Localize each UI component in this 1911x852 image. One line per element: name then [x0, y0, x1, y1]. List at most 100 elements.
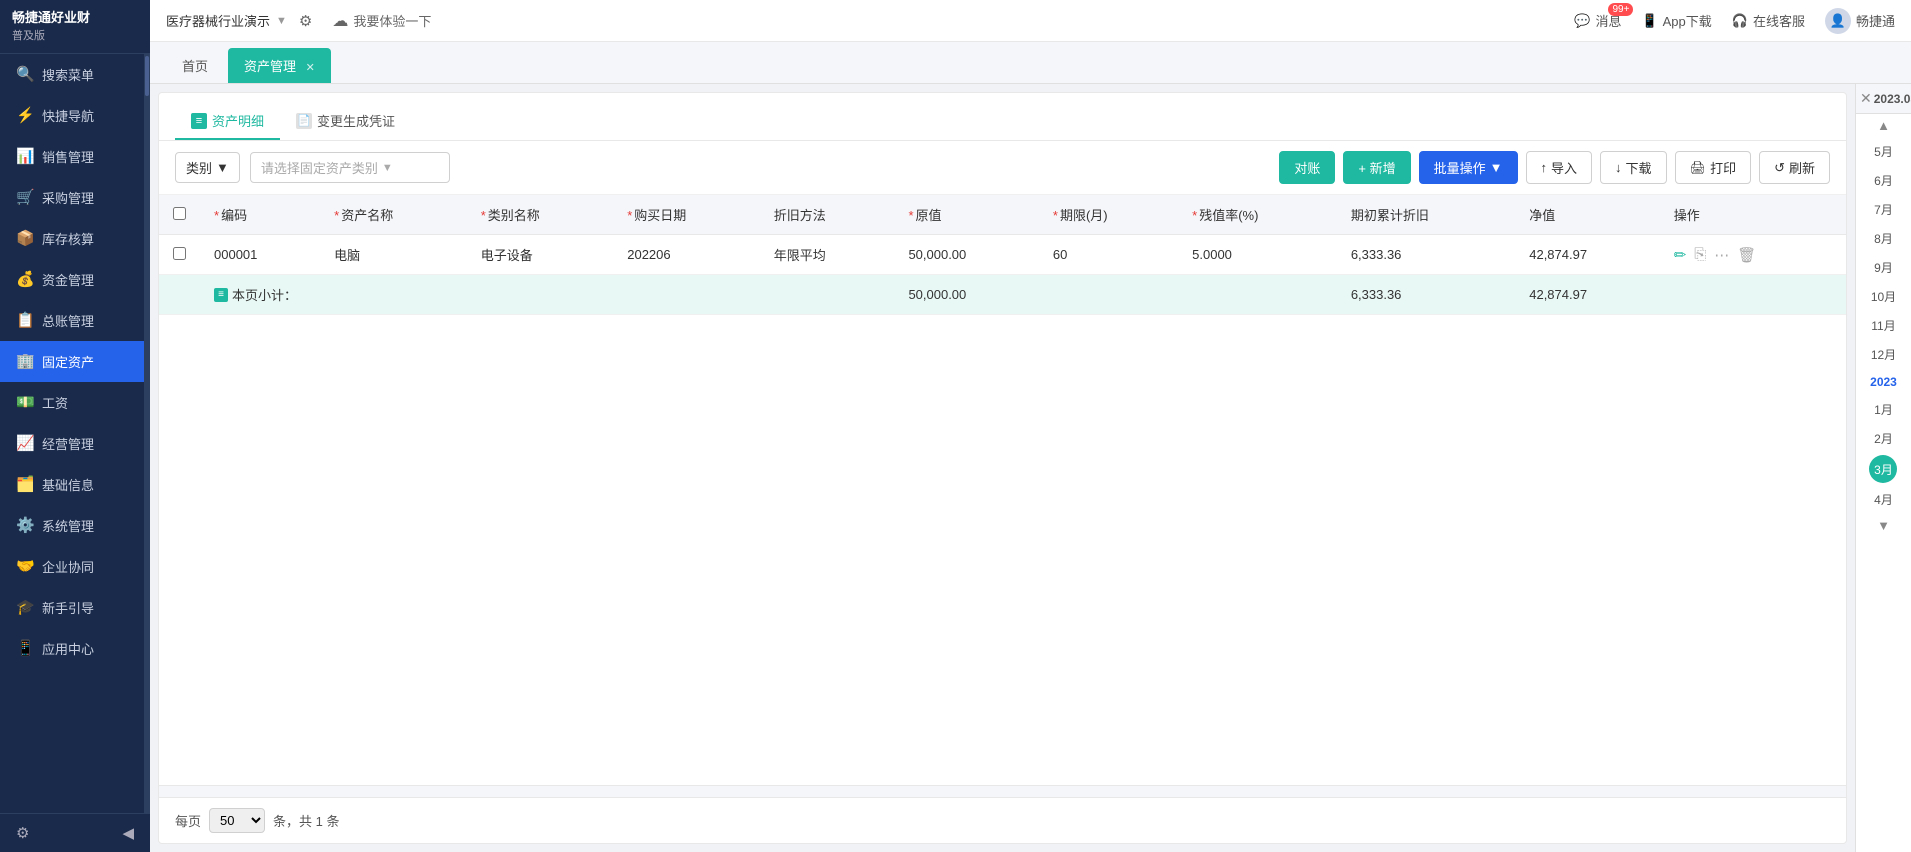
subtotal-check	[159, 275, 200, 315]
table-footer: 每页 10 20 50 100 条，共 1 条	[159, 797, 1846, 843]
sidebar-item-label-ledger: 总账管理	[42, 311, 94, 330]
user-info[interactable]: 👤 畅捷通	[1825, 8, 1895, 34]
settings-icon[interactable]: ⚙	[16, 824, 29, 842]
experience-label: 我要体验一下	[353, 11, 431, 30]
asset-detail-icon: ≡	[191, 113, 207, 129]
edit-icon-0[interactable]: ✏	[1674, 246, 1687, 264]
th-accumulated-depreciation: 期初累计折旧	[1337, 195, 1515, 235]
tab-home[interactable]: 首页	[166, 48, 224, 83]
month-item-sep[interactable]: 9月	[1866, 253, 1901, 282]
sidebar-item-guide[interactable]: 🎓新手引导	[0, 587, 144, 628]
month-item-feb2023[interactable]: 2月	[1866, 424, 1901, 453]
per-page-select[interactable]: 10 20 50 100	[209, 808, 265, 833]
sidebar-item-inventory[interactable]: 📦库存核算	[0, 218, 144, 259]
import-btn[interactable]: ↑ 导入	[1526, 151, 1593, 184]
app-download-icon: 📱	[1641, 13, 1657, 29]
subtotal-residual	[1178, 275, 1337, 315]
management-icon: 📈	[16, 434, 34, 452]
sidebar-item-sales[interactable]: 📊销售管理	[0, 136, 144, 177]
sidebar-item-search[interactable]: 🔍搜索菜单	[0, 54, 144, 95]
experience-btn[interactable]: ☁ 我要体验一下	[332, 11, 431, 31]
more-icon-0[interactable]: ⋯	[1714, 246, 1729, 264]
sidebar-item-basic-info[interactable]: 🗂️基础信息	[0, 464, 144, 505]
cell-purchase-date-0: 202206	[613, 235, 760, 275]
copy-icon-0[interactable]: ⎘	[1694, 246, 1706, 263]
subtab-asset-detail[interactable]: ≡ 资产明细	[175, 103, 280, 140]
subtab-change-voucher-label: 变更生成凭证	[317, 111, 395, 130]
nav-up-btn[interactable]: ▲	[1856, 114, 1911, 137]
account-btn[interactable]: 对账	[1279, 151, 1335, 184]
sidebar-item-fund[interactable]: 💰资金管理	[0, 259, 144, 300]
sidebar-item-enterprise[interactable]: 🤝企业协同	[0, 546, 144, 587]
subtotal-accumulated: 6,333.36	[1337, 275, 1515, 315]
sidebar-item-system[interactable]: ⚙️系统管理	[0, 505, 144, 546]
month-item-dec[interactable]: 12月	[1866, 340, 1901, 369]
th-check	[159, 195, 200, 235]
quick-nav-icon: ⚡	[16, 106, 34, 124]
sidebar-bottom: ⚙ ◀	[0, 813, 150, 852]
row-checkbox-0[interactable]	[173, 247, 186, 260]
month-item-jul[interactable]: 7月	[1866, 195, 1901, 224]
user-name: 畅捷通	[1856, 11, 1895, 30]
th-name: *资产名称	[320, 195, 467, 235]
print-label: 打印	[1710, 158, 1736, 177]
sidebar-item-salary[interactable]: 💵工资	[0, 382, 144, 423]
table-row: 000001 电脑 电子设备 202206 年限平均 50,000.00 60 …	[159, 235, 1846, 275]
refresh-btn[interactable]: ↺ 刷新	[1759, 151, 1830, 184]
month-item-jan2023[interactable]: 1月	[1866, 395, 1901, 424]
sidebar-item-quick-nav[interactable]: ⚡快捷导航	[0, 95, 144, 136]
batch-btn[interactable]: 批量操作 ▼	[1419, 151, 1518, 184]
customer-service-label: 在线客服	[1753, 11, 1805, 30]
topbar-right: 💬 消息 99+ 📱 App下载 🎧 在线客服 👤 畅捷通	[1574, 8, 1895, 34]
inventory-icon: 📦	[16, 229, 34, 247]
message-btn[interactable]: 💬 消息 99+	[1574, 11, 1621, 30]
sidebar-item-label-search: 搜索菜单	[42, 65, 94, 84]
tab-asset-management[interactable]: 资产管理 ✕	[228, 48, 331, 83]
horizontal-scrollbar[interactable]	[159, 785, 1846, 797]
month-item-apr2023[interactable]: 4月	[1866, 485, 1901, 514]
sidebar-item-fixed-assets[interactable]: 🏢固定资产	[0, 341, 144, 382]
sidebar-item-app-center[interactable]: 📱应用中心	[0, 628, 144, 669]
sidebar-item-ledger[interactable]: 📋总账管理	[0, 300, 144, 341]
category-filter-input[interactable]: 请选择固定资产类别 ▼	[250, 152, 450, 183]
message-badge: 99+	[1608, 3, 1633, 16]
sidebar-nav: 🔍搜索菜单⚡快捷导航📊销售管理🛒采购管理📦库存核算💰资金管理📋总账管理🏢固定资产…	[0, 54, 144, 813]
fund-icon: 💰	[16, 270, 34, 288]
cell-depreciation-method-0: 年限平均	[760, 235, 895, 275]
table-header-row: *编码 *资产名称 *类别名称 *购买日期 折旧方法 *原值 *期限(月) *残…	[159, 195, 1846, 235]
subtotal-original-value: 50,000.00	[894, 275, 1038, 315]
nav-down-btn[interactable]: ▼	[1856, 514, 1911, 537]
month-item-may[interactable]: 5月	[1866, 137, 1901, 166]
sidebar-item-label-fixed-assets: 固定资产	[42, 352, 94, 371]
right-panel-close-icon[interactable]: ✕	[1860, 90, 1872, 107]
total-label: 条，共 1 条	[273, 811, 339, 830]
customer-service-btn[interactable]: 🎧 在线客服	[1732, 11, 1805, 30]
subtotal-icon: ≡	[214, 288, 228, 302]
main-area: 医疗器械行业演示 ▼ ⚙ ☁ 我要体验一下 💬 消息 99+ 📱 App下载 🎧…	[150, 0, 1911, 852]
delete-icon-0[interactable]: 🗑	[1737, 246, 1756, 264]
th-residual-rate: *残值率(%)	[1178, 195, 1337, 235]
month-item-jun[interactable]: 6月	[1866, 166, 1901, 195]
new-btn[interactable]: + 新增	[1343, 151, 1410, 184]
th-original-value: *原值	[894, 195, 1038, 235]
subtab-change-voucher[interactable]: 📄 变更生成凭证	[280, 103, 411, 140]
print-btn[interactable]: 🖨 打印	[1675, 151, 1752, 184]
sidebar-scrollbar-thumb	[145, 56, 149, 96]
app-download-btn[interactable]: 📱 App下载	[1641, 11, 1711, 30]
month-item-nov[interactable]: 11月	[1866, 311, 1901, 340]
month-item-mar2023[interactable]: 3月	[1869, 455, 1897, 483]
sidebar-item-management[interactable]: 📈经营管理	[0, 423, 144, 464]
download-btn[interactable]: ↓ 下载	[1600, 151, 1667, 184]
select-all-checkbox[interactable]	[173, 207, 186, 220]
sidebar-item-purchase[interactable]: 🛒采购管理	[0, 177, 144, 218]
month-item-aug[interactable]: 8月	[1866, 224, 1901, 253]
tab-close-icon[interactable]: ✕	[306, 62, 315, 74]
cell-residual-rate-0: 5.0000	[1178, 235, 1337, 275]
settings-gear-icon[interactable]: ⚙	[299, 12, 312, 30]
month-item-oct[interactable]: 10月	[1866, 282, 1901, 311]
company-name: 医疗器械行业演示	[166, 11, 270, 30]
content-panel: ≡ 资产明细 📄 变更生成凭证 类别 ▼ 请选择固定资产类别 ▼	[158, 92, 1847, 844]
cell-period-0: 60	[1039, 235, 1178, 275]
collapse-icon[interactable]: ◀	[122, 824, 134, 842]
company-selector[interactable]: 医疗器械行业演示 ▼	[166, 11, 287, 30]
